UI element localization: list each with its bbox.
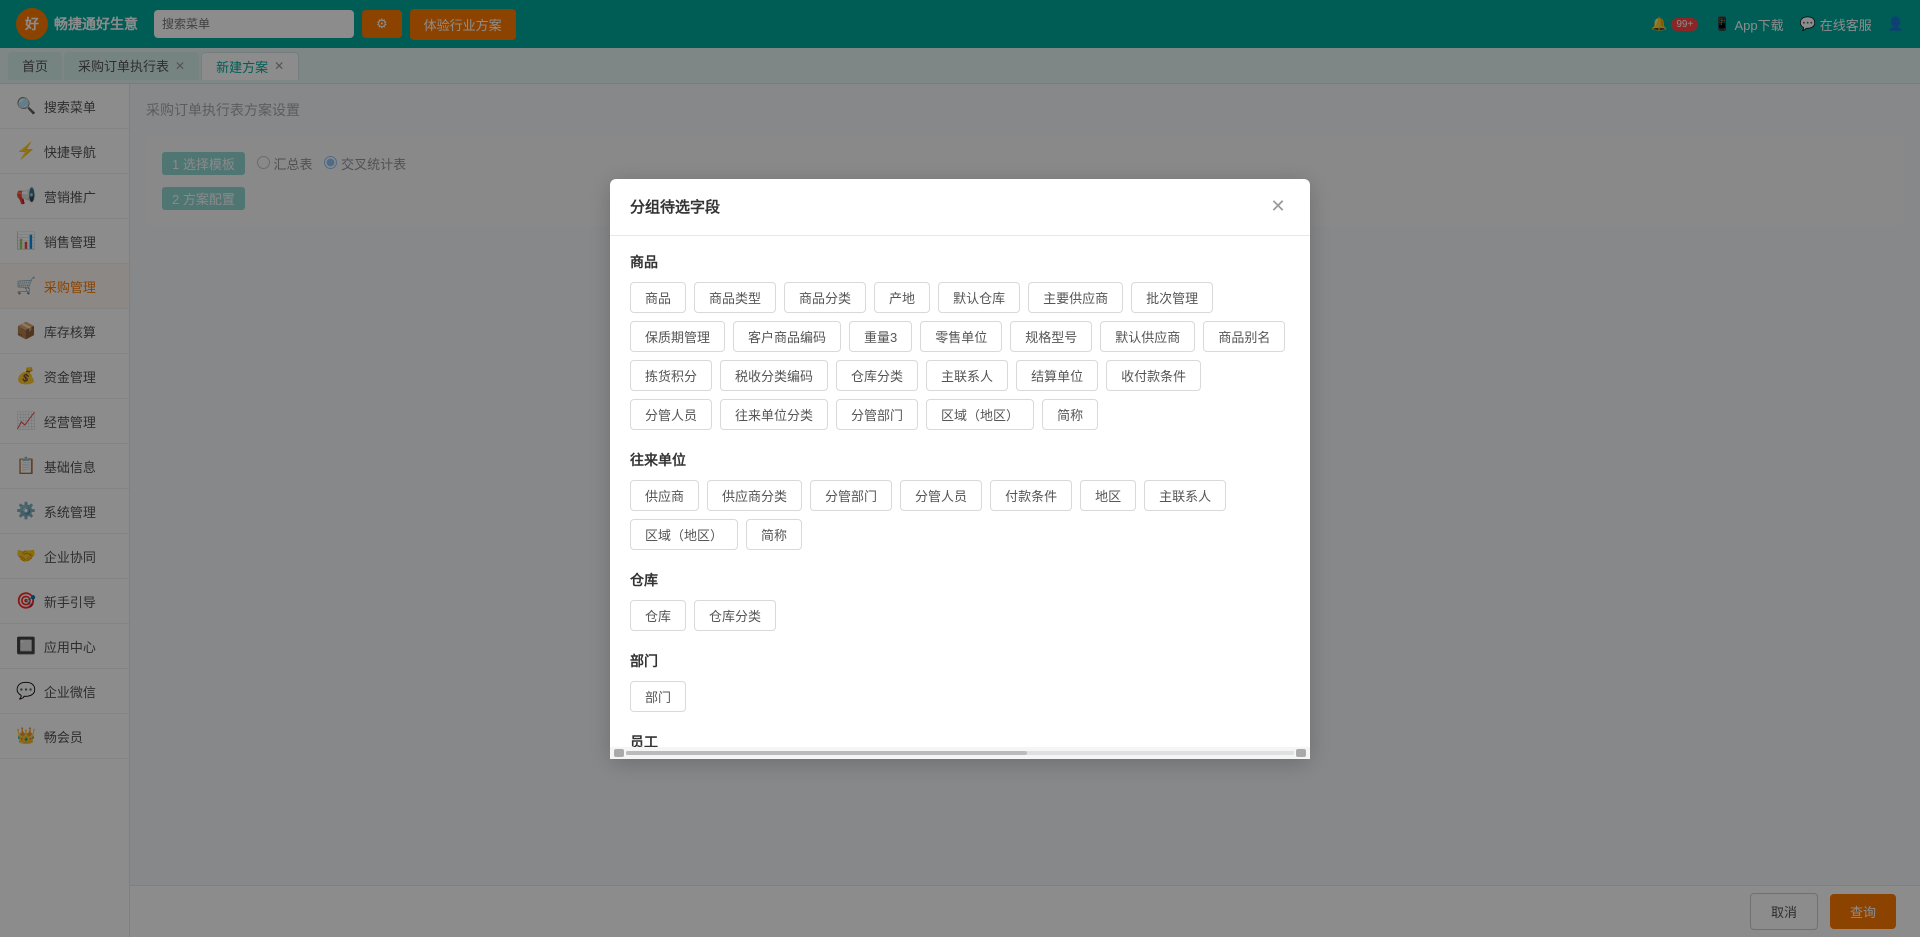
field-tag-retail-unit[interactable]: 零售单位 — [920, 321, 1002, 352]
field-tag-partner-contact[interactable]: 主联系人 — [1144, 480, 1226, 511]
field-tag-settlement-unit[interactable]: 结算单位 — [1016, 360, 1098, 391]
field-tag-partner-area[interactable]: 区域（地区） — [630, 519, 738, 550]
field-tag-abbr[interactable]: 简称 — [1042, 399, 1098, 430]
field-tag-partner-region[interactable]: 地区 — [1080, 480, 1136, 511]
field-tag-shelf-life[interactable]: 保质期管理 — [630, 321, 725, 352]
warehouse-field-tags: 仓库 仓库分类 — [630, 600, 1290, 631]
field-tag-managing-dept[interactable]: 分管部门 — [836, 399, 918, 430]
product-field-tags: 商品 商品类型 商品分类 产地 默认仓库 主要供应商 批次管理 保质期管理 客户… — [630, 282, 1290, 430]
department-field-tags: 部门 — [630, 681, 1290, 712]
field-group-warehouse: 仓库 仓库 仓库分类 — [630, 570, 1290, 631]
field-tag-department[interactable]: 部门 — [630, 681, 686, 712]
field-tag-batch-management[interactable]: 批次管理 — [1131, 282, 1213, 313]
field-tag-default-supplier[interactable]: 默认供应商 — [1100, 321, 1195, 352]
employee-group-title: 员工 — [630, 732, 1290, 747]
warehouse-group-title: 仓库 — [630, 570, 1290, 590]
modal-body[interactable]: 商品 商品 商品类型 商品分类 产地 默认仓库 主要供应商 批次管理 保质期管理… — [610, 236, 1310, 747]
field-tag-spec-model[interactable]: 规格型号 — [1010, 321, 1092, 352]
field-tag-product-alias[interactable]: 商品别名 — [1203, 321, 1285, 352]
field-tag-weight3[interactable]: 重量3 — [849, 321, 912, 352]
modal-header: 分组待选字段 ✕ — [610, 179, 1310, 236]
field-select-modal: 分组待选字段 ✕ 商品 商品 商品类型 商品分类 产地 默认仓库 主要供应商 批… — [610, 179, 1310, 759]
field-tag-partner-payment[interactable]: 付款条件 — [990, 480, 1072, 511]
field-tag-warehouse[interactable]: 仓库 — [630, 600, 686, 631]
field-group-partner: 往来单位 供应商 供应商分类 分管部门 分管人员 付款条件 地区 主联系人 区域… — [630, 450, 1290, 550]
field-tag-partner-abbr[interactable]: 简称 — [746, 519, 802, 550]
field-tag-product[interactable]: 商品 — [630, 282, 686, 313]
field-tag-partner-manager[interactable]: 分管人员 — [900, 480, 982, 511]
field-tag-warehouse-type[interactable]: 仓库分类 — [694, 600, 776, 631]
modal-overlay: 分组待选字段 ✕ 商品 商品 商品类型 商品分类 产地 默认仓库 主要供应商 批… — [0, 0, 1920, 937]
field-tag-product-type[interactable]: 商品类型 — [694, 282, 776, 313]
field-tag-warehouse-category[interactable]: 仓库分类 — [836, 360, 918, 391]
field-group-product: 商品 商品 商品类型 商品分类 产地 默认仓库 主要供应商 批次管理 保质期管理… — [630, 252, 1290, 430]
department-group-title: 部门 — [630, 651, 1290, 671]
field-tag-region[interactable]: 区域（地区） — [926, 399, 1034, 430]
field-tag-supplier[interactable]: 供应商 — [630, 480, 699, 511]
modal-close-button[interactable]: ✕ — [1266, 195, 1290, 219]
field-tag-default-warehouse[interactable]: 默认仓库 — [938, 282, 1020, 313]
modal-horizontal-scrollbar[interactable] — [610, 747, 1310, 759]
field-group-department: 部门 部门 — [630, 651, 1290, 712]
field-tag-partner-category[interactable]: 往来单位分类 — [720, 399, 828, 430]
partner-group-title: 往来单位 — [630, 450, 1290, 470]
field-tag-pick-points[interactable]: 拣货积分 — [630, 360, 712, 391]
field-tag-tax-code[interactable]: 税收分类编码 — [720, 360, 828, 391]
modal-title: 分组待选字段 — [630, 196, 720, 217]
product-group-title: 商品 — [630, 252, 1290, 272]
field-tag-manager[interactable]: 分管人员 — [630, 399, 712, 430]
field-tag-product-category[interactable]: 商品分类 — [784, 282, 866, 313]
field-group-employee: 员工 业务员 — [630, 732, 1290, 747]
field-tag-customer-code[interactable]: 客户商品编码 — [733, 321, 841, 352]
partner-field-tags: 供应商 供应商分类 分管部门 分管人员 付款条件 地区 主联系人 区域（地区） … — [630, 480, 1290, 550]
field-tag-payment-terms[interactable]: 收付款条件 — [1106, 360, 1201, 391]
field-tag-supplier-category[interactable]: 供应商分类 — [707, 480, 802, 511]
field-tag-origin[interactable]: 产地 — [874, 282, 930, 313]
field-tag-partner-dept[interactable]: 分管部门 — [810, 480, 892, 511]
field-tag-main-supplier[interactable]: 主要供应商 — [1028, 282, 1123, 313]
field-tag-main-contact[interactable]: 主联系人 — [926, 360, 1008, 391]
